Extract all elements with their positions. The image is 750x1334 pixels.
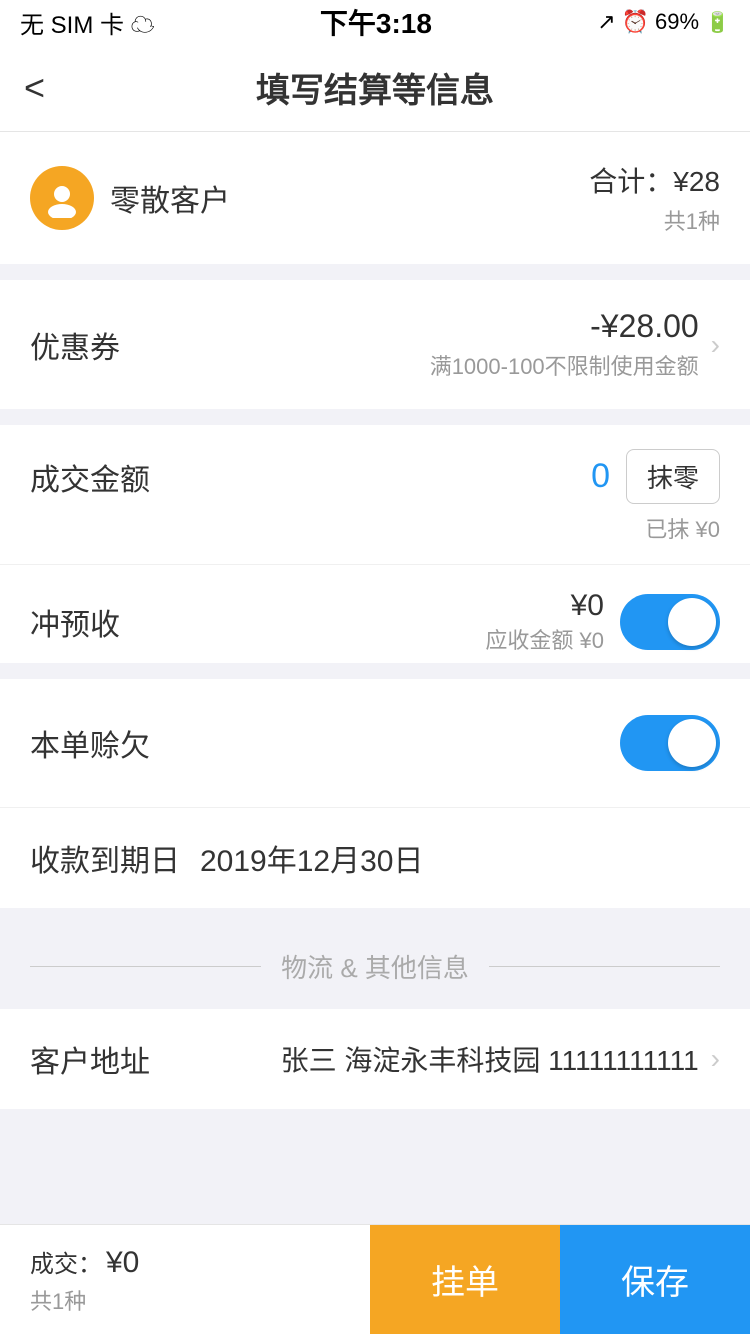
prepayment-sub: 应收金额 ¥0	[485, 623, 604, 655]
battery-icon: 🔋	[705, 10, 730, 35]
address-section[interactable]: 客户地址 张三 海淀永丰科技园 11111111111 ›	[0, 1009, 750, 1109]
bottom-count: 共1种	[30, 1284, 340, 1316]
header-line-left	[30, 966, 261, 967]
customer-name: 零散客户	[110, 176, 230, 220]
coupon-desc: 满1000-100不限制使用金额	[430, 349, 699, 381]
total-count: 共1种	[589, 204, 720, 236]
coupon-label: 优惠券	[30, 323, 120, 367]
debt-label: 本单赊欠	[30, 721, 150, 765]
page-title: 填写结算等信息	[256, 63, 494, 112]
due-date-row[interactable]: 收款到期日 2019年12月30日	[0, 807, 750, 908]
round-zero-button[interactable]: 抹零	[626, 449, 720, 504]
header-line-right	[489, 966, 720, 967]
customer-row: 零散客户 合计：¥28 共1种	[0, 132, 750, 264]
debt-toggle[interactable]	[620, 715, 720, 771]
address-label: 客户地址	[30, 1037, 150, 1081]
hold-button[interactable]: 挂单	[370, 1225, 560, 1334]
status-time: 下午3:18	[320, 2, 432, 42]
alarm-icon: ⏰	[622, 9, 649, 35]
due-date-label: 收款到期日	[30, 836, 180, 880]
coupon-row[interactable]: 优惠券 -¥28.00 满1000-100不限制使用金额 ›	[0, 280, 750, 409]
prepayment-row: 冲预收 ¥0 应收金额 ¥0	[0, 565, 750, 663]
prepayment-amount: ¥0	[485, 589, 604, 623]
customer-left: 零散客户	[30, 166, 230, 230]
bottom-info: 成交： ¥0 共1种	[0, 1244, 370, 1316]
signal-text: 无 SIM 卡 ☁	[20, 5, 155, 40]
nav-bar: < 填写结算等信息	[0, 44, 750, 132]
save-button[interactable]: 保存	[560, 1225, 750, 1334]
coupon-value-block: -¥28.00 满1000-100不限制使用金额	[430, 308, 699, 381]
bottom-bar: 成交： ¥0 共1种 挂单 保存	[0, 1224, 750, 1334]
transaction-sub-text: 已抹 ¥0	[645, 512, 720, 544]
customer-avatar	[30, 166, 94, 230]
status-bar: 无 SIM 卡 ☁ 下午3:18 ↗ ⏰ 69% 🔋	[0, 0, 750, 44]
coupon-right: -¥28.00 满1000-100不限制使用金额 ›	[430, 308, 720, 381]
logistics-label: 物流 & 其他信息	[281, 948, 469, 985]
customer-right: 合计：¥28 共1种	[589, 160, 720, 236]
address-row[interactable]: 客户地址 张三 海淀永丰科技园 11111111111 ›	[0, 1009, 750, 1109]
prepayment-right: ¥0 应收金额 ¥0	[485, 589, 720, 655]
debt-toggle-knob	[668, 719, 716, 767]
status-right: ↗ ⏰ 69% 🔋	[597, 9, 730, 35]
address-value: 张三 海淀永丰科技园 11111111111	[170, 1039, 699, 1079]
location-icon: ↗	[597, 9, 615, 35]
coupon-amount: -¥28.00	[430, 308, 699, 345]
toggle-knob	[668, 598, 716, 646]
transaction-sub-row: 已抹 ¥0	[0, 512, 750, 564]
due-date-value: 2019年12月30日	[200, 836, 423, 880]
debt-section: 本单赊欠 收款到期日 2019年12月30日	[0, 679, 750, 908]
battery-text: 69%	[655, 9, 699, 35]
logistics-section-header: 物流 & 其他信息	[0, 924, 750, 1009]
bottom-transaction-amount: ¥0	[106, 1246, 139, 1280]
total-amount: 合计：¥28	[589, 160, 720, 200]
coupon-section[interactable]: 优惠券 -¥28.00 满1000-100不限制使用金额 ›	[0, 280, 750, 409]
prepayment-toggle[interactable]	[620, 594, 720, 650]
transaction-row: 成交金额 0 抹零	[0, 425, 750, 512]
transaction-label: 成交金额	[30, 455, 150, 499]
address-chevron-icon: ›	[711, 1043, 720, 1075]
chevron-right-icon: ›	[711, 329, 720, 361]
bottom-transaction-label: 成交：	[30, 1244, 102, 1279]
customer-section: 零散客户 合计：¥28 共1种	[0, 132, 750, 264]
transaction-section: 成交金额 0 抹零 已抹 ¥0 冲预收 ¥0 应收金额 ¥0	[0, 425, 750, 663]
transaction-value[interactable]: 0	[591, 457, 610, 496]
prepayment-value-block: ¥0 应收金额 ¥0	[485, 589, 604, 655]
content-area: 零散客户 合计：¥28 共1种 优惠券 -¥28.00 满1000-100不限制…	[0, 132, 750, 1245]
status-left: 无 SIM 卡 ☁	[20, 5, 155, 40]
prepayment-label: 冲预收	[30, 600, 120, 644]
back-button[interactable]: <	[24, 67, 45, 109]
debt-row: 本单赊欠	[0, 679, 750, 807]
